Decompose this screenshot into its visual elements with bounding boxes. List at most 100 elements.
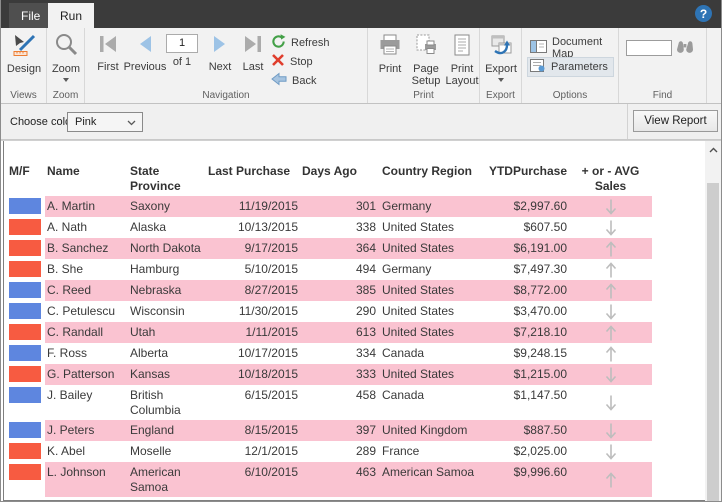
last-page-button[interactable]: Last bbox=[235, 32, 271, 73]
gender-color-box bbox=[9, 198, 41, 214]
name-cell: F. Ross bbox=[47, 346, 88, 360]
color-select[interactable]: Pink bbox=[67, 112, 143, 132]
trend-cell bbox=[569, 343, 652, 364]
gender-cell bbox=[9, 217, 45, 238]
print-button[interactable]: Print bbox=[374, 32, 406, 75]
gender-color-box bbox=[9, 282, 41, 298]
ytd-cell: $9,996.60 bbox=[482, 462, 569, 497]
zoom-button[interactable]: Zoom bbox=[49, 32, 83, 82]
ytd-cell: $1,147.50 bbox=[513, 388, 567, 402]
last-purchase-cell: 10/18/2015 bbox=[206, 364, 300, 385]
trend-up-arrow-icon bbox=[605, 324, 616, 340]
export-button[interactable]: Export bbox=[482, 32, 520, 82]
trend-up-arrow-icon bbox=[605, 240, 616, 256]
first-page-icon bbox=[96, 32, 120, 59]
name-cell: J. Peters bbox=[45, 420, 128, 441]
view-report-button[interactable]: View Report bbox=[633, 110, 718, 132]
name-cell: C. Reed bbox=[45, 280, 128, 301]
next-page-button[interactable]: Next bbox=[201, 32, 239, 73]
table-row: C. Reed Nebraska 8/27/2015 385 United St… bbox=[9, 280, 705, 301]
country-cell: United States bbox=[378, 280, 482, 301]
design-icon bbox=[11, 32, 37, 61]
gender-cell bbox=[9, 385, 45, 420]
zoom-dropdown-icon[interactable] bbox=[63, 78, 69, 82]
page-setup-icon bbox=[413, 32, 439, 61]
trend-cell bbox=[569, 301, 652, 322]
gender-color-box bbox=[9, 366, 41, 382]
design-button[interactable]: Design bbox=[4, 32, 44, 75]
page-setup-button[interactable]: Page Setup bbox=[408, 32, 444, 87]
report-viewport: M/F Name State Province Last Purchase Da… bbox=[1, 140, 721, 501]
gender-cell bbox=[9, 196, 45, 217]
country-cell: Germany bbox=[382, 262, 432, 276]
options-group-label: Options bbox=[552, 90, 588, 101]
print-label: Print bbox=[378, 63, 402, 75]
previous-page-icon bbox=[133, 32, 157, 59]
report-page: M/F Name State Province Last Purchase Da… bbox=[3, 141, 705, 501]
print-icon bbox=[377, 32, 403, 61]
export-dropdown-icon[interactable] bbox=[498, 78, 504, 82]
trend-down-arrow-icon bbox=[605, 304, 616, 320]
chevron-down-icon bbox=[127, 120, 136, 126]
parameters-button[interactable]: Parameters bbox=[527, 57, 614, 77]
gender-color-box bbox=[9, 219, 41, 235]
state-cell: Utah bbox=[128, 322, 206, 343]
days-ago-cell: 333 bbox=[300, 364, 378, 385]
find-input[interactable] bbox=[626, 40, 672, 56]
days-ago-cell: 494 bbox=[355, 262, 376, 276]
vertical-scrollbar[interactable] bbox=[705, 141, 721, 501]
days-ago-cell: 613 bbox=[300, 322, 378, 343]
days-ago-cell: 290 bbox=[355, 304, 376, 318]
scroll-up-icon[interactable] bbox=[705, 141, 721, 159]
stop-button[interactable]: Stop bbox=[271, 53, 313, 70]
table-row: F. Ross Alberta 10/17/2015 334 Canada $9… bbox=[9, 343, 705, 364]
table-row: C. Petulescu Wisconsin 11/30/2015 290 Un… bbox=[9, 301, 705, 322]
ytd-cell: $8,772.00 bbox=[482, 280, 569, 301]
scrollbar-thumb[interactable] bbox=[707, 183, 719, 501]
last-purchase-cell: 11/30/2015 bbox=[238, 304, 298, 318]
page-number-input[interactable]: 1 bbox=[166, 34, 198, 53]
table-row: J. Bailey British Columbia 6/15/2015 458… bbox=[9, 385, 705, 420]
trend-cell bbox=[569, 441, 652, 462]
gender-cell bbox=[9, 322, 45, 343]
days-ago-cell: 289 bbox=[355, 444, 376, 458]
state-cell: Nebraska bbox=[128, 280, 206, 301]
column-header-state-province: State Province bbox=[130, 164, 181, 193]
country-cell: Canada bbox=[382, 388, 425, 402]
print-layout-button[interactable]: Print Layout bbox=[444, 32, 480, 87]
refresh-button[interactable]: Refresh bbox=[271, 34, 330, 52]
help-icon[interactable]: ? bbox=[695, 5, 712, 22]
state-cell: North Dakota bbox=[128, 238, 206, 259]
table-row: L. Johnson American Samoa 6/10/2015 463 … bbox=[9, 462, 705, 497]
table-row: C. Randall Utah 1/11/2015 613 United Sta… bbox=[9, 322, 705, 343]
state-cell: American Samoa bbox=[128, 462, 206, 497]
last-purchase-cell: 6/10/2015 bbox=[206, 462, 300, 497]
trend-up-arrow-icon bbox=[605, 261, 616, 277]
binoculars-icon[interactable] bbox=[676, 40, 694, 60]
page-count-label: of 1 bbox=[172, 56, 192, 68]
country-cell: United States bbox=[378, 238, 482, 259]
tab-run[interactable]: Run bbox=[48, 3, 95, 28]
trend-cell bbox=[569, 385, 652, 420]
name-cell: G. Patterson bbox=[45, 364, 128, 385]
state-cell: Alberta bbox=[130, 346, 169, 360]
trend-down-arrow-icon bbox=[605, 444, 616, 460]
title-bar: File Run ? bbox=[1, 0, 721, 28]
last-purchase-cell: 10/17/2015 bbox=[237, 346, 298, 360]
trend-up-arrow-icon bbox=[605, 282, 616, 298]
print-group-label: Print bbox=[413, 90, 434, 101]
zoom-group-label: Zoom bbox=[52, 90, 79, 101]
trend-cell bbox=[569, 462, 652, 497]
tab-file[interactable]: File bbox=[9, 3, 53, 28]
country-cell: American Samoa bbox=[378, 462, 482, 497]
gender-color-box bbox=[9, 324, 41, 340]
back-button[interactable]: Back bbox=[271, 72, 316, 89]
country-cell: United States bbox=[382, 304, 455, 318]
country-cell: United Kingdom bbox=[378, 420, 482, 441]
previous-page-button[interactable]: Previous bbox=[118, 32, 172, 73]
refresh-icon bbox=[271, 34, 286, 52]
find-group-label: Find bbox=[652, 90, 673, 101]
next-page-icon bbox=[208, 32, 232, 59]
ribbon-group-zoom: Zoom Zoom bbox=[47, 28, 85, 103]
trend-down-arrow-icon bbox=[605, 395, 616, 411]
